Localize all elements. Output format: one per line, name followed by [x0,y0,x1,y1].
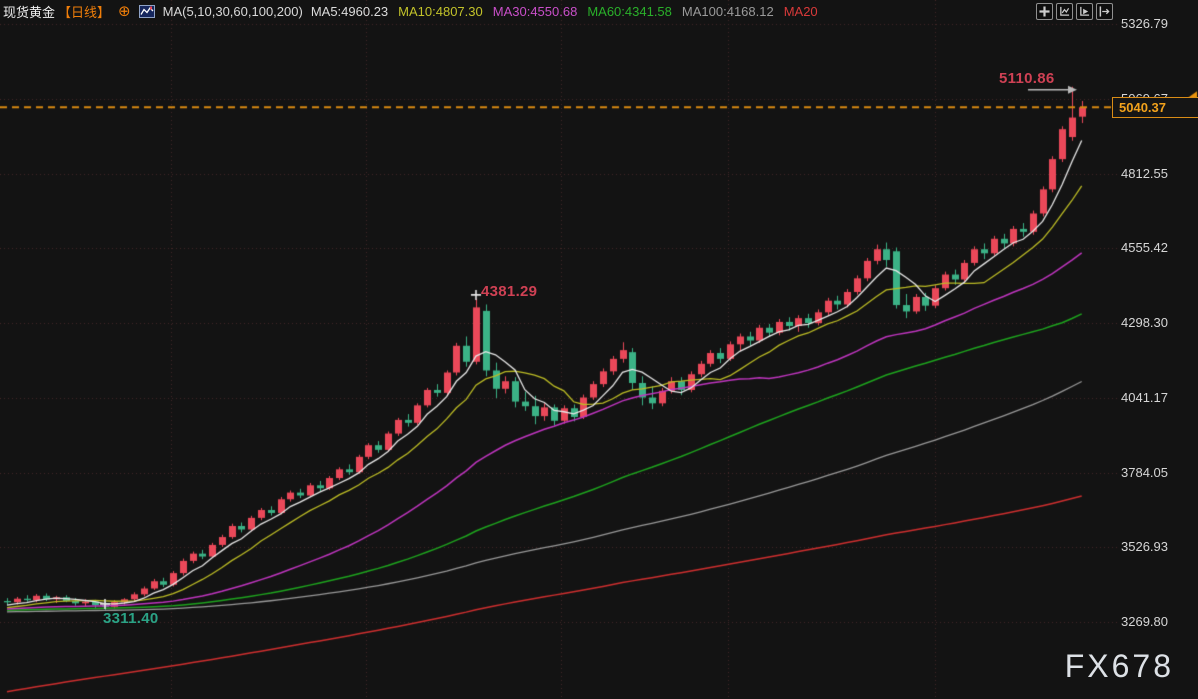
ma-legend-item: MA20 [783,3,818,19]
symbol-name: 现货黄金 [3,4,56,20]
fx678-watermark: FX678 [1064,648,1174,684]
ma-legend: MA5:4960.23 MA10:4807.30 MA30:4550.68 MA60:… [311,4,818,19]
axis-tick-label: 4041.17 [1121,389,1168,405]
axis-tick-label: 4298.30 [1121,315,1168,330]
ma-legend-item: MA10:4807.30 [398,3,483,19]
add-circle-icon[interactable]: ⊕ [118,4,131,19]
candlestick-chart[interactable] [0,0,1198,699]
chart-window: 现货黄金 【日线】 ⊕ MA(5,10,30,60,100,200) MA5:4… [0,0,1198,699]
axis-play-icon[interactable] [1076,3,1093,20]
axis-tick-label: 5326.79 [1121,16,1168,31]
peak-price-annotation: 4381.29 [481,283,538,300]
axis-tick-label: 4812.55 [1121,165,1168,181]
kline-chart-icon[interactable] [138,4,155,19]
axis-chart-icon[interactable] [1056,3,1073,20]
ma-legend-item: MA60:4341.58 [587,3,672,19]
ma-legend-item: MA30:4550.68 [492,3,578,19]
ma-legend-item: MA100:4168.12 [681,3,774,19]
axis-tick-label: 3526.93 [1121,539,1168,555]
exit-arrow-icon[interactable] [1096,3,1113,20]
current-price-tag: 5040.37 [1112,97,1198,119]
axis-tick-label: 3269.80 [1121,614,1168,629]
chart-toolbar [1036,3,1113,20]
ma-params-label: MA(5,10,30,60,100,200) [162,3,303,19]
low-price-annotation: 3311.40 [103,610,159,627]
pan-move-icon[interactable] [1036,3,1053,20]
timeframe-label: 【日线】 [58,4,111,20]
ma-legend-item: MA5:4960.23 [310,3,389,19]
chart-header: 现货黄金 【日线】 ⊕ MA(5,10,30,60,100,200) MA5:4… [0,0,818,22]
axis-tick-label: 3784.05 [1121,464,1168,480]
high-price-annotation: 5110.86 [999,70,1055,87]
axis-tick-label: 4555.42 [1121,240,1168,256]
